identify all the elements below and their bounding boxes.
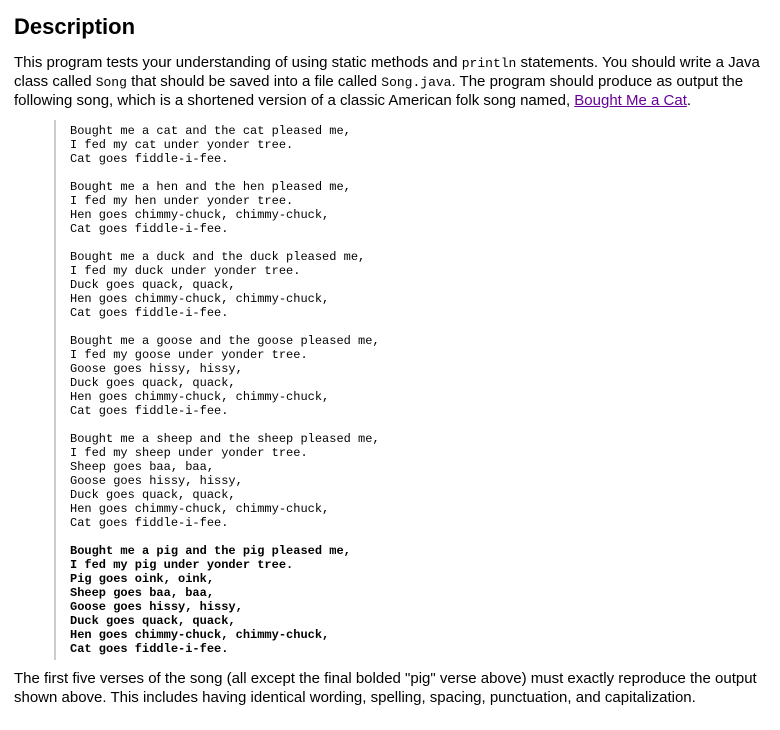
outro-paragraph: The first five verses of the song (all e… (14, 670, 766, 708)
page-heading: Description (14, 14, 766, 40)
song-stanza: Bought me a hen and the hen pleased me, … (70, 180, 766, 236)
bought-me-a-cat-link[interactable]: Bought Me a Cat (574, 92, 687, 109)
intro-text: that should be saved into a file called (127, 73, 381, 90)
song-stanza: Bought me a pig and the pig pleased me, … (70, 544, 766, 656)
code-songjava: Song.java (381, 75, 451, 90)
intro-text: This program tests your understanding of… (14, 54, 462, 71)
song-stanza: Bought me a duck and the duck pleased me… (70, 250, 766, 320)
intro-text: . (687, 92, 691, 109)
song-stanza: Bought me a goose and the goose pleased … (70, 334, 766, 418)
intro-paragraph: This program tests your understanding of… (14, 54, 766, 110)
song-stanza: Bought me a sheep and the sheep pleased … (70, 432, 766, 530)
song-block: Bought me a cat and the cat pleased me, … (54, 120, 766, 660)
code-println: println (462, 56, 517, 71)
code-song: Song (96, 75, 127, 90)
song-stanza: Bought me a cat and the cat pleased me, … (70, 124, 766, 166)
